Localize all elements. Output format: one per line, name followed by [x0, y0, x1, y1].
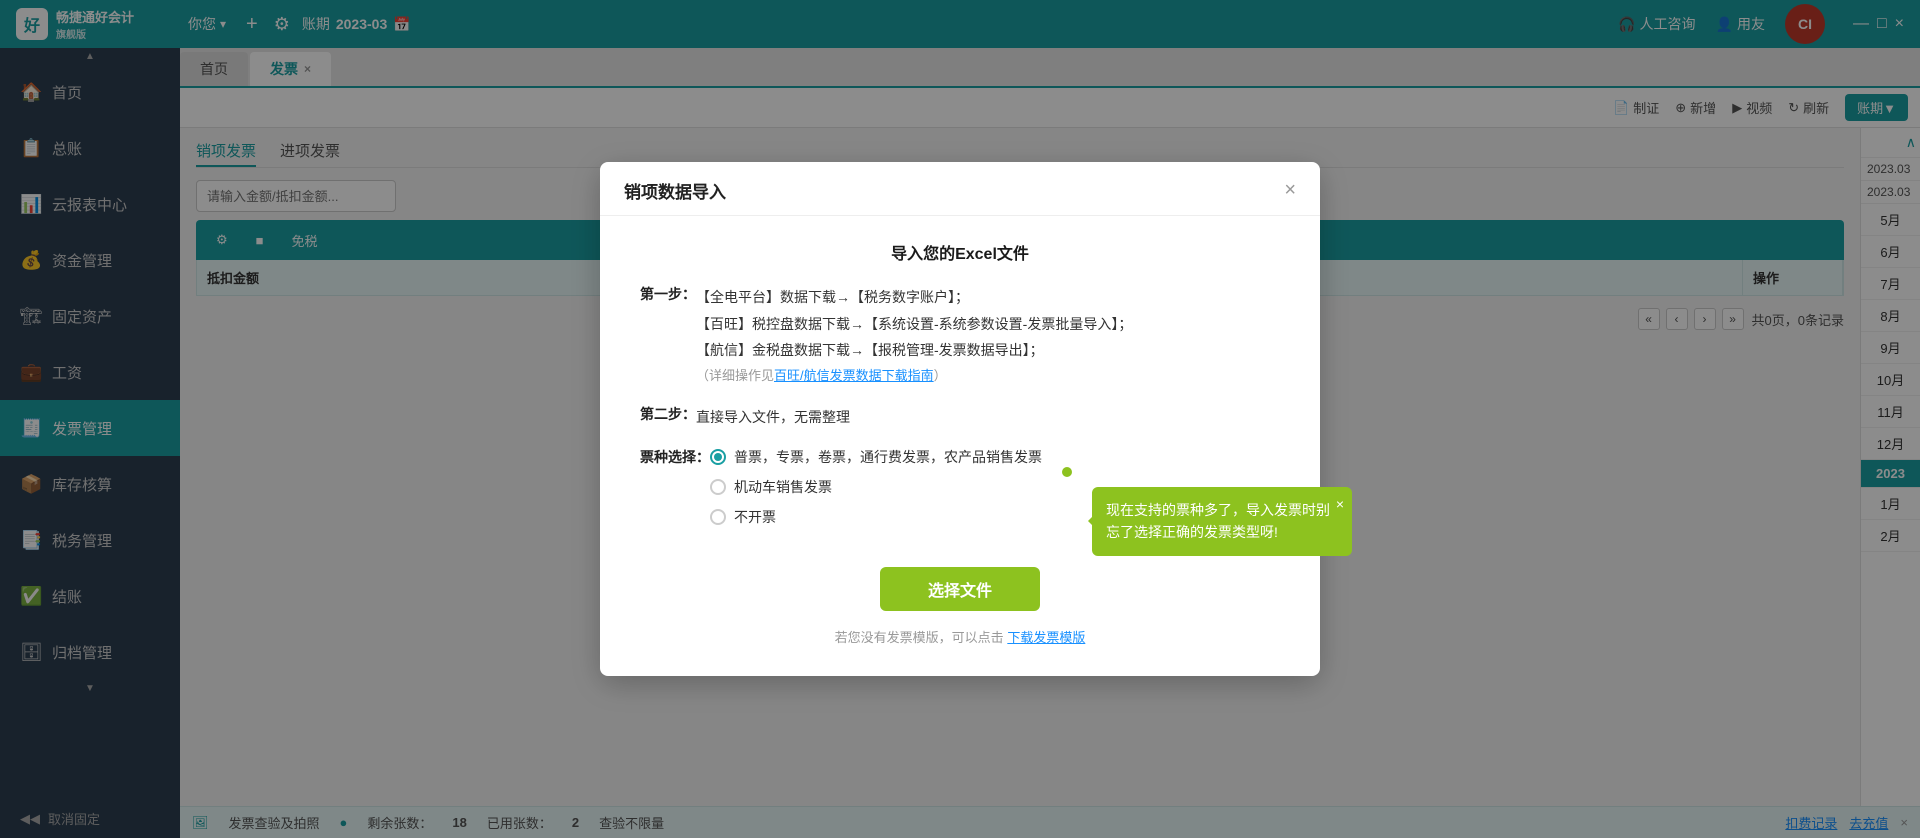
- step-1-key: 第一步：: [640, 284, 696, 388]
- radio-noticket-label: 不开票: [734, 507, 776, 527]
- step-2-row: 第二步： 直接导入文件，无需整理: [640, 404, 1280, 431]
- ticket-type-label: 票种选择：: [640, 447, 710, 467]
- step-1-line-2: 【百旺】税控盘数据下载→【系统设置-系统参数设置-发票批量导入】；: [696, 311, 1132, 338]
- modal-header: 销项数据导入 ×: [600, 162, 1320, 216]
- modal-section-title: 导入您的Excel文件: [640, 240, 1280, 264]
- radio-motor[interactable]: 机动车销售发票: [710, 477, 1042, 497]
- radio-group: 普票，专票，卷票，通行费发票，农产品销售发票 机动车销售发票 不开票: [710, 447, 1042, 527]
- modal-overlay: 销项数据导入 × 导入您的Excel文件 第一步： 【全电平台】数据下载→【税务…: [0, 0, 1920, 838]
- step-2-key: 第二步：: [640, 404, 696, 431]
- guide-link[interactable]: 百旺/航信发票数据下载指南: [774, 368, 934, 383]
- import-modal: 销项数据导入 × 导入您的Excel文件 第一步： 【全电平台】数据下载→【税务…: [600, 162, 1320, 676]
- download-template-link[interactable]: 下载发票模版: [1007, 630, 1085, 645]
- radio-normal-label: 普票，专票，卷票，通行费发票，农产品销售发票: [734, 447, 1042, 467]
- modal-close-btn[interactable]: ×: [1284, 179, 1296, 202]
- radio-motor-circle: [710, 479, 726, 495]
- modal-title: 销项数据导入: [624, 178, 726, 203]
- tooltip-close-btn[interactable]: ×: [1336, 493, 1344, 515]
- radio-noticket[interactable]: 不开票: [710, 507, 1042, 527]
- radio-noticket-circle: [710, 509, 726, 525]
- tooltip-dot: [1062, 467, 1072, 477]
- radio-motor-label: 机动车销售发票: [734, 477, 832, 497]
- step-1-content: 【全电平台】数据下载→【税务数字账户】； 【百旺】税控盘数据下载→【系统设置-系…: [696, 284, 1132, 388]
- modal-footer: 若您没有发票模版，可以点击 下载发票模版: [640, 627, 1280, 646]
- tooltip-bubble: × 现在支持的票种多了，导入发票时别忘了选择正确的发票类型呀!: [1092, 487, 1352, 556]
- footer-text: 若您没有发票模版，可以点击: [835, 630, 1004, 645]
- select-file-btn[interactable]: 选择文件: [880, 567, 1040, 611]
- tooltip-container: × 现在支持的票种多了，导入发票时别忘了选择正确的发票类型呀!: [1062, 447, 1072, 477]
- radio-normal-circle: [710, 449, 726, 465]
- tooltip-text: 现在支持的票种多了，导入发票时别忘了选择正确的发票类型呀!: [1106, 502, 1330, 540]
- modal-body: 导入您的Excel文件 第一步： 【全电平台】数据下载→【税务数字账户】； 【百…: [600, 216, 1320, 676]
- step-1-note: （详细操作见百旺/航信发票数据下载指南）: [696, 364, 1132, 389]
- step-1-line-1: 【全电平台】数据下载→【税务数字账户】；: [696, 284, 1132, 311]
- step-1-line-3: 【航信】金税盘数据下载→【报税管理-发票数据导出】；: [696, 337, 1132, 364]
- step-1-row: 第一步： 【全电平台】数据下载→【税务数字账户】； 【百旺】税控盘数据下载→【系…: [640, 284, 1280, 388]
- radio-normal[interactable]: 普票，专票，卷票，通行费发票，农产品销售发票: [710, 447, 1042, 467]
- ticket-type-section: 票种选择： 普票，专票，卷票，通行费发票，农产品销售发票 机动车销售发票 不开票: [640, 447, 1280, 547]
- step-2-content: 直接导入文件，无需整理: [696, 404, 850, 431]
